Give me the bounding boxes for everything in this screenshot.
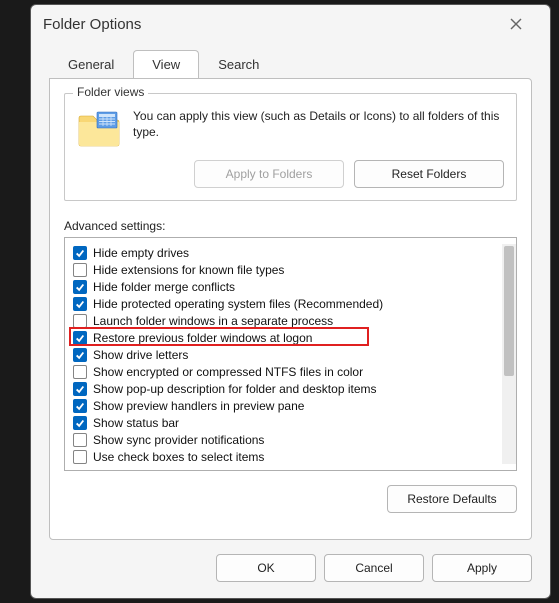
setting-label: Restore previous folder windows at logon: [93, 331, 312, 345]
folder-views-group: Folder views You can apply this view (su…: [64, 93, 517, 201]
setting-label: Hide protected operating system files (R…: [93, 297, 383, 311]
ok-button[interactable]: OK: [216, 554, 316, 582]
checkbox[interactable]: [73, 365, 87, 379]
setting-row[interactable]: Hide extensions for known file types: [73, 261, 498, 278]
cancel-button[interactable]: Cancel: [324, 554, 424, 582]
check-icon: [75, 248, 85, 258]
apply-to-folders-button[interactable]: Apply to Folders: [194, 160, 344, 188]
checkbox[interactable]: [73, 382, 87, 396]
setting-row[interactable]: Show drive letters: [73, 346, 498, 363]
setting-row[interactable]: Launch folder windows in a separate proc…: [73, 312, 498, 329]
close-button[interactable]: [494, 9, 538, 39]
setting-row[interactable]: Hide empty drives: [73, 244, 498, 261]
setting-label: Hide empty drives: [93, 246, 189, 260]
restore-defaults-button[interactable]: Restore Defaults: [387, 485, 517, 513]
tab-strip: General View Search: [31, 49, 550, 78]
close-icon: [510, 18, 522, 30]
advanced-settings-list: Hide empty drives Hide extensions for kno…: [64, 237, 517, 471]
checkbox[interactable]: [73, 331, 87, 345]
setting-label: Show pop-up description for folder and d…: [93, 382, 377, 396]
check-icon: [75, 401, 85, 411]
check-icon: [75, 299, 85, 309]
setting-row[interactable]: Show status bar: [73, 414, 498, 431]
setting-label: Hide extensions for known file types: [93, 263, 284, 277]
tab-body-view: Folder views You can apply this view (su…: [49, 78, 532, 540]
checkbox[interactable]: [73, 280, 87, 294]
setting-row[interactable]: Show preview handlers in preview pane: [73, 397, 498, 414]
folder-options-dialog: Folder Options General View Search Folde…: [30, 4, 551, 599]
checkbox[interactable]: [73, 263, 87, 277]
check-icon: [75, 282, 85, 292]
setting-row[interactable]: Hide protected operating system files (R…: [73, 295, 498, 312]
advanced-settings-label: Advanced settings:: [64, 219, 517, 233]
setting-row[interactable]: Restore previous folder windows at logon: [73, 329, 498, 346]
scrollbar-thumb[interactable]: [504, 246, 514, 376]
checkbox[interactable]: [73, 399, 87, 413]
check-icon: [75, 350, 85, 360]
setting-label: Launch folder windows in a separate proc…: [93, 314, 333, 328]
setting-label: Use check boxes to select items: [93, 450, 264, 464]
apply-button[interactable]: Apply: [432, 554, 532, 582]
checkbox[interactable]: [73, 450, 87, 464]
folder-icon: [77, 108, 121, 148]
setting-label: Hide folder merge conflicts: [93, 280, 235, 294]
setting-row[interactable]: Show encrypted or compressed NTFS files …: [73, 363, 498, 380]
checkbox[interactable]: [73, 246, 87, 260]
folder-views-legend: Folder views: [73, 85, 148, 99]
checkbox[interactable]: [73, 348, 87, 362]
tab-view[interactable]: View: [133, 50, 199, 79]
tab-search[interactable]: Search: [199, 50, 278, 79]
dialog-footer: OK Cancel Apply: [31, 554, 550, 598]
check-icon: [75, 418, 85, 428]
checkbox[interactable]: [73, 433, 87, 447]
setting-row[interactable]: Show sync provider notifications: [73, 431, 498, 448]
setting-label: Show encrypted or compressed NTFS files …: [93, 365, 363, 379]
check-icon: [75, 384, 85, 394]
tab-general[interactable]: General: [49, 50, 133, 79]
titlebar: Folder Options: [31, 5, 550, 43]
check-icon: [75, 333, 85, 343]
setting-label: Show sync provider notifications: [93, 433, 264, 447]
checkbox[interactable]: [73, 314, 87, 328]
checkbox[interactable]: [73, 297, 87, 311]
setting-label: Show drive letters: [93, 348, 188, 362]
scrollbar[interactable]: [502, 244, 516, 464]
folder-views-description: You can apply this view (such as Details…: [133, 108, 504, 148]
dialog-title: Folder Options: [43, 16, 141, 33]
setting-row[interactable]: Use check boxes to select items: [73, 448, 498, 464]
setting-row[interactable]: Hide folder merge conflicts: [73, 278, 498, 295]
checkbox[interactable]: [73, 416, 87, 430]
setting-label: Show preview handlers in preview pane: [93, 399, 304, 413]
reset-folders-button[interactable]: Reset Folders: [354, 160, 504, 188]
setting-row[interactable]: Show pop-up description for folder and d…: [73, 380, 498, 397]
setting-label: Show status bar: [93, 416, 179, 430]
